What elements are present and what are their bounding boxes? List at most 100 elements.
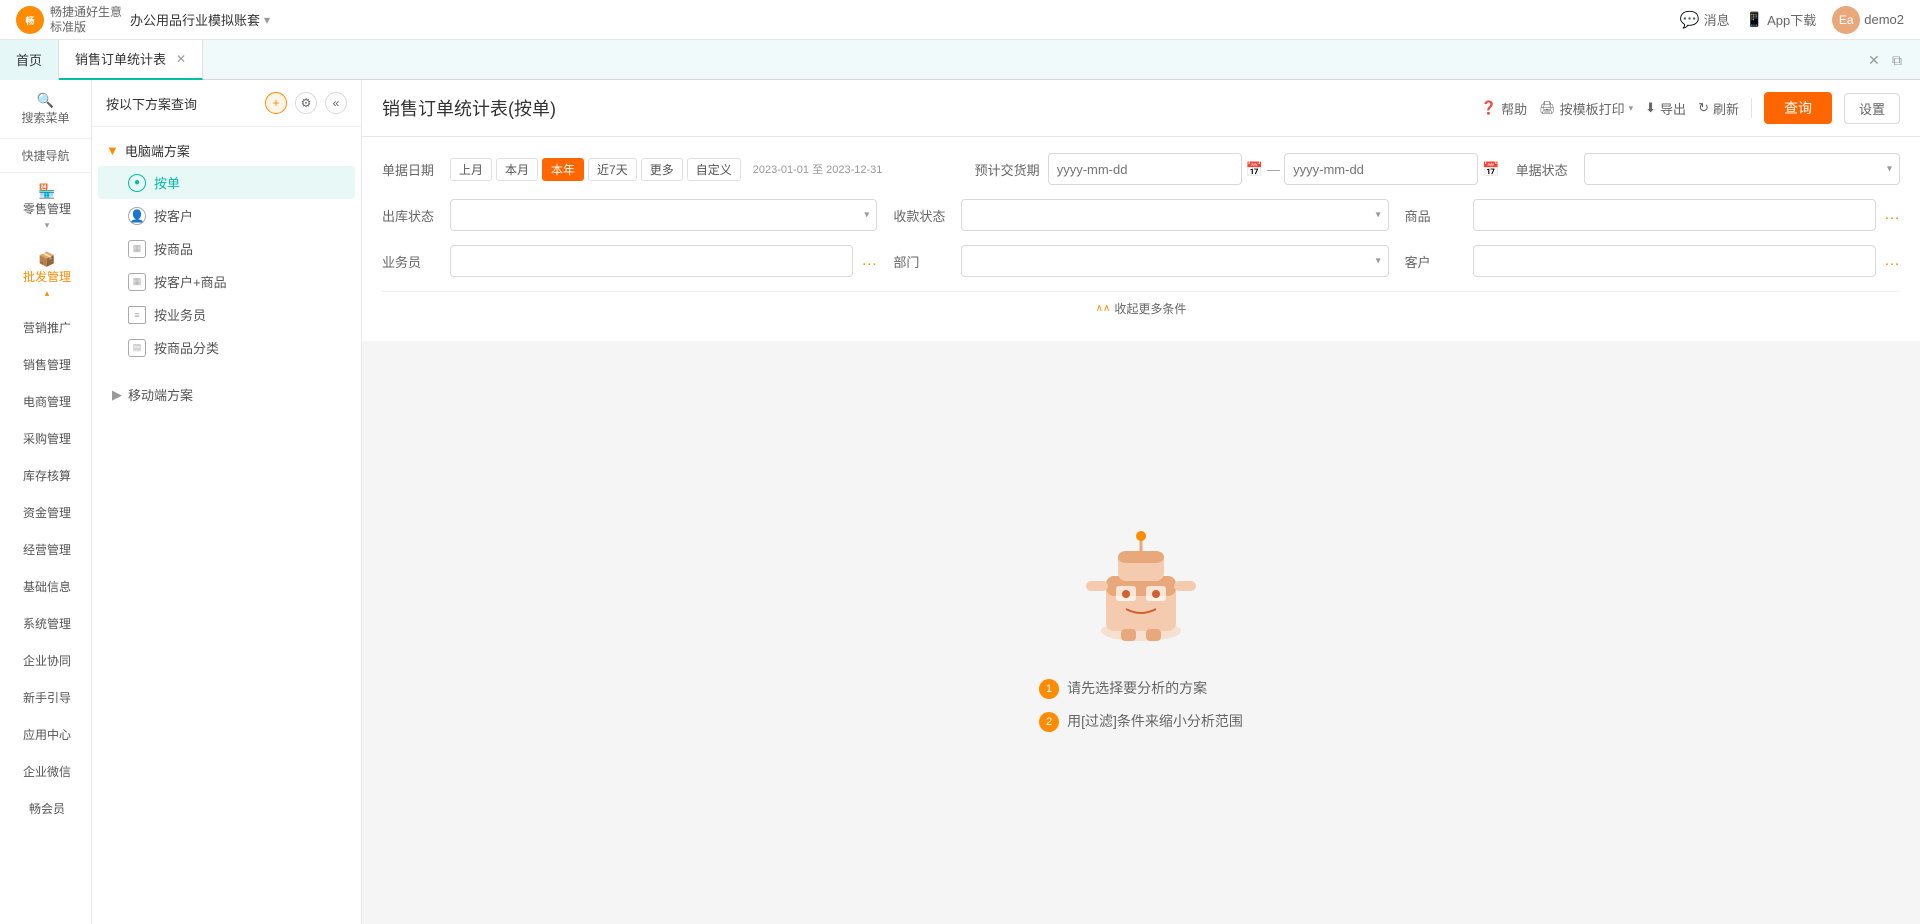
date-separator: — xyxy=(1267,162,1280,177)
customer-label: 客户 xyxy=(1405,252,1465,271)
last-7days-btn[interactable]: 近7天 xyxy=(588,158,637,181)
customer-more-icon[interactable]: … xyxy=(1884,252,1900,270)
filter-panel: 按以下方案查询 + ⚙ « ▼ 电脑端方案 xyxy=(92,80,362,924)
empty-icon-area xyxy=(1076,521,1206,654)
help-button[interactable]: ❓ 帮助 xyxy=(1481,99,1527,118)
sidebar-item-purchase[interactable]: 采购管理 xyxy=(0,420,91,457)
logo-area: 畅 畅捷通好生意 标准版 xyxy=(16,5,122,34)
salesperson-more-icon[interactable]: … xyxy=(861,252,877,270)
salesperson-input[interactable] xyxy=(450,245,853,277)
ship-status-select[interactable] xyxy=(450,199,877,231)
sidebar-item-newbie[interactable]: 新手引导 xyxy=(0,679,91,716)
content-panel: 按以下方案查询 + ⚙ « ▼ 电脑端方案 xyxy=(92,80,1920,924)
export-button[interactable]: ⬇ 导出 xyxy=(1645,99,1686,118)
sidebar-item-system[interactable]: 系统管理 xyxy=(0,605,91,642)
tab-home[interactable]: 首页 xyxy=(0,40,59,80)
filter-item-by-cust-prod[interactable]: ▦ 按客户+商品 xyxy=(98,265,355,298)
quick-nav-label[interactable]: 快捷导航 xyxy=(0,143,91,168)
by-cust-prod-label: 按客户+商品 xyxy=(154,272,227,291)
sidebar-item-wechat[interactable]: 企业微信 xyxy=(0,753,91,790)
empty-illustration xyxy=(1076,521,1206,651)
app-download-button[interactable]: 📱 App下载 xyxy=(1746,10,1817,29)
mobile-group-label: 移动端方案 xyxy=(128,385,193,404)
pc-group-header[interactable]: ▼ 电脑端方案 xyxy=(92,135,361,166)
empty-state: 1 请先选择要分析的方案 2 用[过滤]条件来缩小分析范围 xyxy=(362,341,1920,924)
breadcrumb[interactable]: 办公用品行业模拟账套 ▾ xyxy=(130,10,270,29)
export-label: 导出 xyxy=(1660,99,1686,118)
top-header: 畅 畅捷通好生意 标准版 办公用品行业模拟账套 ▾ 💬 消息 📱 App下载 E… xyxy=(0,0,1920,40)
sidebar-item-ecommerce[interactable]: 电商管理 xyxy=(0,383,91,420)
payment-status-select[interactable] xyxy=(961,199,1388,231)
settings-button[interactable]: 设置 xyxy=(1844,93,1900,124)
query-button[interactable]: 查询 xyxy=(1764,92,1832,124)
bill-status-select[interactable] xyxy=(1584,153,1900,185)
sidebar-item-operations[interactable]: 经营管理 xyxy=(0,531,91,568)
download-icon: 📱 xyxy=(1746,11,1763,28)
sidebar-item-member[interactable]: 畅会员 xyxy=(0,790,91,827)
sidebar-item-wholesale[interactable]: 📦 批发管理 ▴ xyxy=(0,241,91,309)
by-salesperson-label: 按业务员 xyxy=(154,305,206,324)
customer-input[interactable] xyxy=(1473,245,1876,277)
ship-status-label: 出库状态 xyxy=(382,206,442,225)
message-icon: 💬 xyxy=(1680,10,1700,30)
filter-item-by-salesperson[interactable]: ≡ 按业务员 xyxy=(98,298,355,331)
retail-icon: 🏪 xyxy=(11,183,83,200)
search-menu-button[interactable]: 🔍 搜索菜单 xyxy=(8,88,83,130)
salesperson-field: 业务员 … xyxy=(382,245,877,277)
user-avatar-button[interactable]: Ea demo2 xyxy=(1832,6,1904,34)
by-order-label: 按单 xyxy=(154,173,180,192)
window-close-icon[interactable]: ✕ xyxy=(1868,52,1884,68)
calendar-to-icon[interactable]: 📅 xyxy=(1482,161,1499,178)
sidebar-item-finance[interactable]: 资金管理 xyxy=(0,494,91,531)
sidebar-item-basic[interactable]: 基础信息 xyxy=(0,568,91,605)
mobile-scheme-group: ▶ 移动端方案 xyxy=(92,372,361,417)
print-dropdown-icon: ▾ xyxy=(1629,103,1634,114)
date-range-display: 2023-01-01 至 2023-12-31 xyxy=(753,161,883,177)
collapse-left-icon: « xyxy=(333,96,340,110)
mobile-group-header[interactable]: ▶ 移动端方案 xyxy=(92,380,361,409)
by-customer-label: 按客户 xyxy=(154,206,193,225)
sidebar-item-retail[interactable]: 🏪 零售管理 ▾ xyxy=(0,173,91,241)
tab-sales-stat[interactable]: 销售订单统计表 ✕ xyxy=(59,40,203,80)
date-range-text: 2023-01-01 至 2023-12-31 xyxy=(753,161,883,177)
print-button[interactable]: 🖨 按模板打印 ▾ xyxy=(1539,99,1633,118)
add-scheme-button[interactable]: + xyxy=(265,92,287,114)
filter-item-by-product[interactable]: ▦ 按商品 xyxy=(98,232,355,265)
expected-delivery-from[interactable] xyxy=(1048,153,1242,185)
wholesale-icon: 📦 xyxy=(11,251,83,268)
scheme-settings-button[interactable]: ⚙ xyxy=(295,92,317,114)
sidebar-item-marketing[interactable]: 营销推广 xyxy=(0,309,91,346)
by-cust-prod-icon: ▦ xyxy=(128,273,146,291)
expected-delivery-to[interactable] xyxy=(1284,153,1478,185)
page-title: 销售订单统计表(按单) xyxy=(382,95,556,121)
custom-dates-btn[interactable]: 自定义 xyxy=(687,158,741,181)
collapse-conditions-button[interactable]: ∧∧ 收起更多条件 xyxy=(1096,300,1187,317)
user-name: demo2 xyxy=(1864,12,1904,27)
sidebar-search-area: 🔍 搜索菜单 xyxy=(0,80,91,139)
last-month-btn[interactable]: 上月 xyxy=(450,158,492,181)
message-button[interactable]: 💬 消息 xyxy=(1680,10,1730,30)
this-month-btn[interactable]: 本月 xyxy=(496,158,538,181)
goods-more-icon[interactable]: … xyxy=(1884,206,1900,224)
expected-delivery-label: 预计交货期 xyxy=(975,160,1040,179)
filter-row-2: 出库状态 ▾ 收款状态 xyxy=(382,199,1900,231)
sidebar-item-sales[interactable]: 销售管理 xyxy=(0,346,91,383)
filter-item-by-order[interactable]: ● 按单 xyxy=(98,166,355,199)
sidebar-item-apps[interactable]: 应用中心 xyxy=(0,716,91,753)
more-dates-btn[interactable]: 更多 xyxy=(641,158,683,181)
sidebar-item-inventory[interactable]: 库存核算 xyxy=(0,457,91,494)
department-select[interactable] xyxy=(961,245,1388,277)
step-1-text: 请先选择要分析的方案 xyxy=(1067,678,1207,698)
calendar-from-icon[interactable]: 📅 xyxy=(1246,161,1263,178)
this-year-btn[interactable]: 本年 xyxy=(542,158,584,181)
goods-input[interactable] xyxy=(1473,199,1876,231)
filter-item-by-category[interactable]: ▤ 按商品分类 xyxy=(98,331,355,364)
payment-status-label: 收款状态 xyxy=(893,206,953,225)
sidebar-item-enterprise[interactable]: 企业协同 xyxy=(0,642,91,679)
tab-close-icon[interactable]: ✕ xyxy=(176,52,186,66)
filter-item-by-customer[interactable]: 👤 按客户 xyxy=(98,199,355,232)
window-restore-icon[interactable]: ⧉ xyxy=(1892,52,1908,68)
main-area: 销售订单统计表(按单) ❓ 帮助 🖨 按模板打印 ▾ ⬇ 导出 xyxy=(362,80,1920,924)
collapse-panel-button[interactable]: « xyxy=(325,92,347,114)
refresh-button[interactable]: ↻ 刷新 xyxy=(1698,99,1739,118)
